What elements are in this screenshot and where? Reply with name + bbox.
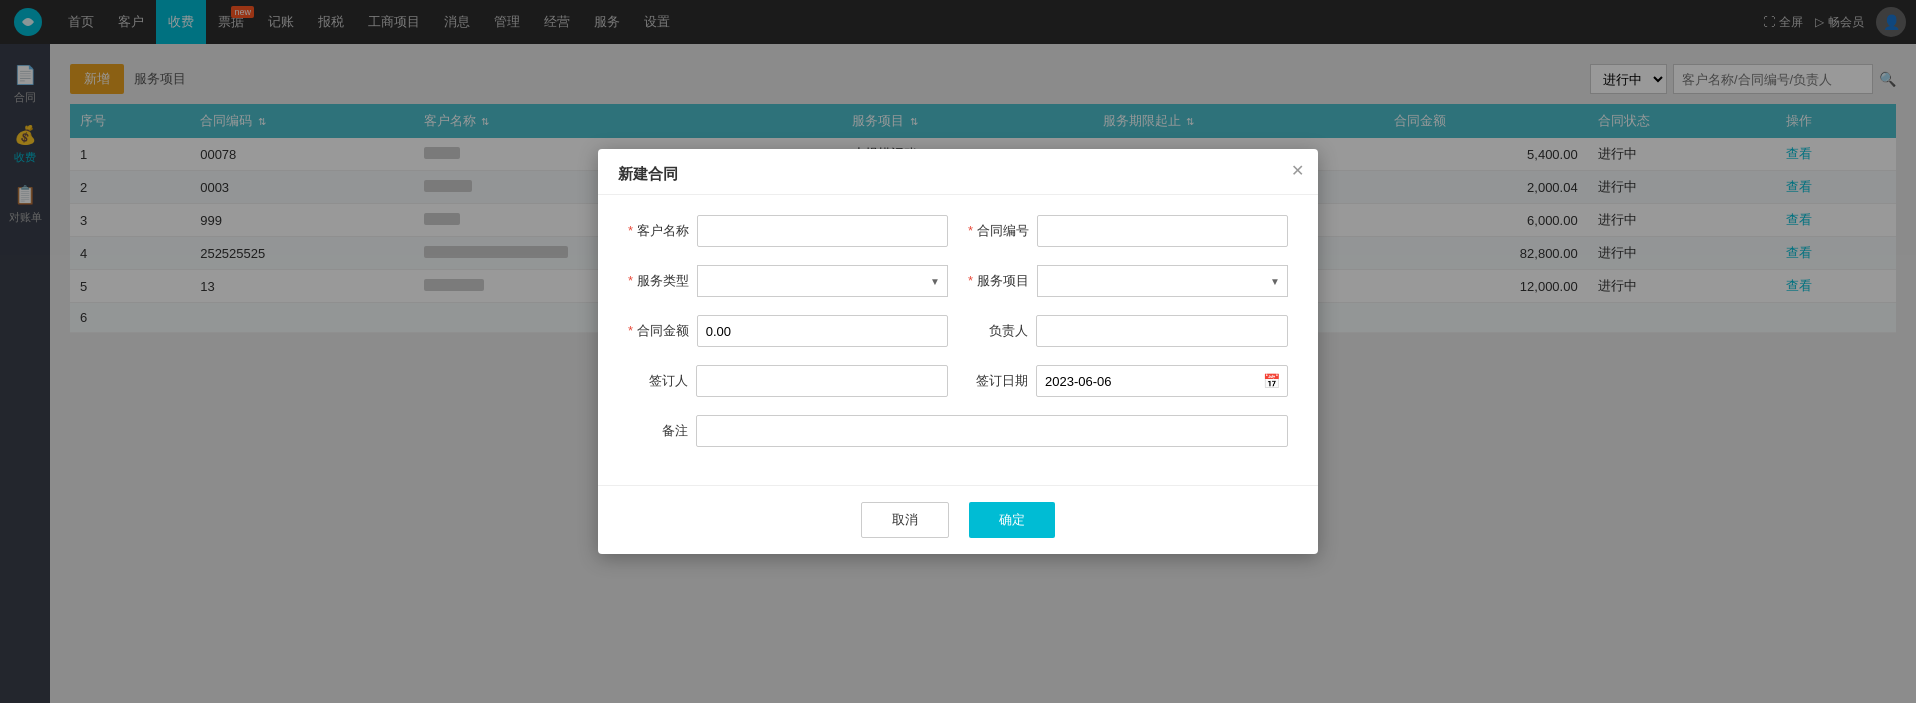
remark-input[interactable] xyxy=(696,415,1288,447)
amount-label: 合同金额 xyxy=(628,322,689,340)
form-group-sign-date: 签订日期 📅 xyxy=(968,365,1288,397)
service-item-label: 服务项目 xyxy=(968,272,1029,290)
cancel-button[interactable]: 取消 xyxy=(861,502,949,538)
form-group-responsible: 负责人 xyxy=(968,315,1288,347)
form-group-amount: 合同金额 xyxy=(628,315,948,347)
form-group-customer: 客户名称 xyxy=(628,215,948,247)
contract-no-input[interactable] xyxy=(1037,215,1288,247)
responsible-input[interactable] xyxy=(1036,315,1288,347)
remark-label: 备注 xyxy=(628,422,688,440)
modal-close-button[interactable]: ✕ xyxy=(1291,161,1304,180)
contract-no-label: 合同编号 xyxy=(968,222,1029,240)
signer-input[interactable] xyxy=(696,365,948,397)
sign-date-label: 签订日期 xyxy=(968,372,1028,390)
modal-body: 客户名称 合同编号 服务类型 xyxy=(598,195,1318,485)
service-type-select[interactable] xyxy=(697,265,948,297)
form-group-signer: 签订人 xyxy=(628,365,948,397)
modal-header: 新建合同 xyxy=(598,149,1318,195)
form-group-contract-no: 合同编号 xyxy=(968,215,1288,247)
customer-name-label: 客户名称 xyxy=(628,222,689,240)
responsible-label: 负责人 xyxy=(968,322,1028,340)
confirm-button[interactable]: 确定 xyxy=(969,502,1055,538)
form-group-service-item: 服务项目 xyxy=(968,265,1288,297)
form-group-service-type: 服务类型 xyxy=(628,265,948,297)
customer-name-input[interactable] xyxy=(697,215,948,247)
form-row-3: 合同金额 负责人 xyxy=(628,315,1288,347)
service-item-select[interactable] xyxy=(1037,265,1288,297)
form-row-1: 客户名称 合同编号 xyxy=(628,215,1288,247)
modal-overlay[interactable]: 新建合同 ✕ 客户名称 合同编号 服务类型 xyxy=(0,0,1916,703)
signer-label: 签订人 xyxy=(628,372,688,390)
service-type-select-wrap xyxy=(697,265,948,297)
service-type-label: 服务类型 xyxy=(628,272,689,290)
form-row-2: 服务类型 服务项目 xyxy=(628,265,1288,297)
amount-input[interactable] xyxy=(697,315,948,347)
sign-date-wrap: 📅 xyxy=(1036,365,1288,397)
calendar-icon[interactable]: 📅 xyxy=(1263,373,1280,389)
form-group-remark: 备注 xyxy=(628,415,1288,447)
form-row-5: 备注 xyxy=(628,415,1288,447)
new-contract-modal: 新建合同 ✕ 客户名称 合同编号 服务类型 xyxy=(598,149,1318,554)
service-item-select-wrap xyxy=(1037,265,1288,297)
sign-date-input[interactable] xyxy=(1036,365,1288,397)
modal-title: 新建合同 xyxy=(618,165,678,182)
modal-footer: 取消 确定 xyxy=(598,485,1318,554)
form-row-4: 签订人 签订日期 📅 xyxy=(628,365,1288,397)
